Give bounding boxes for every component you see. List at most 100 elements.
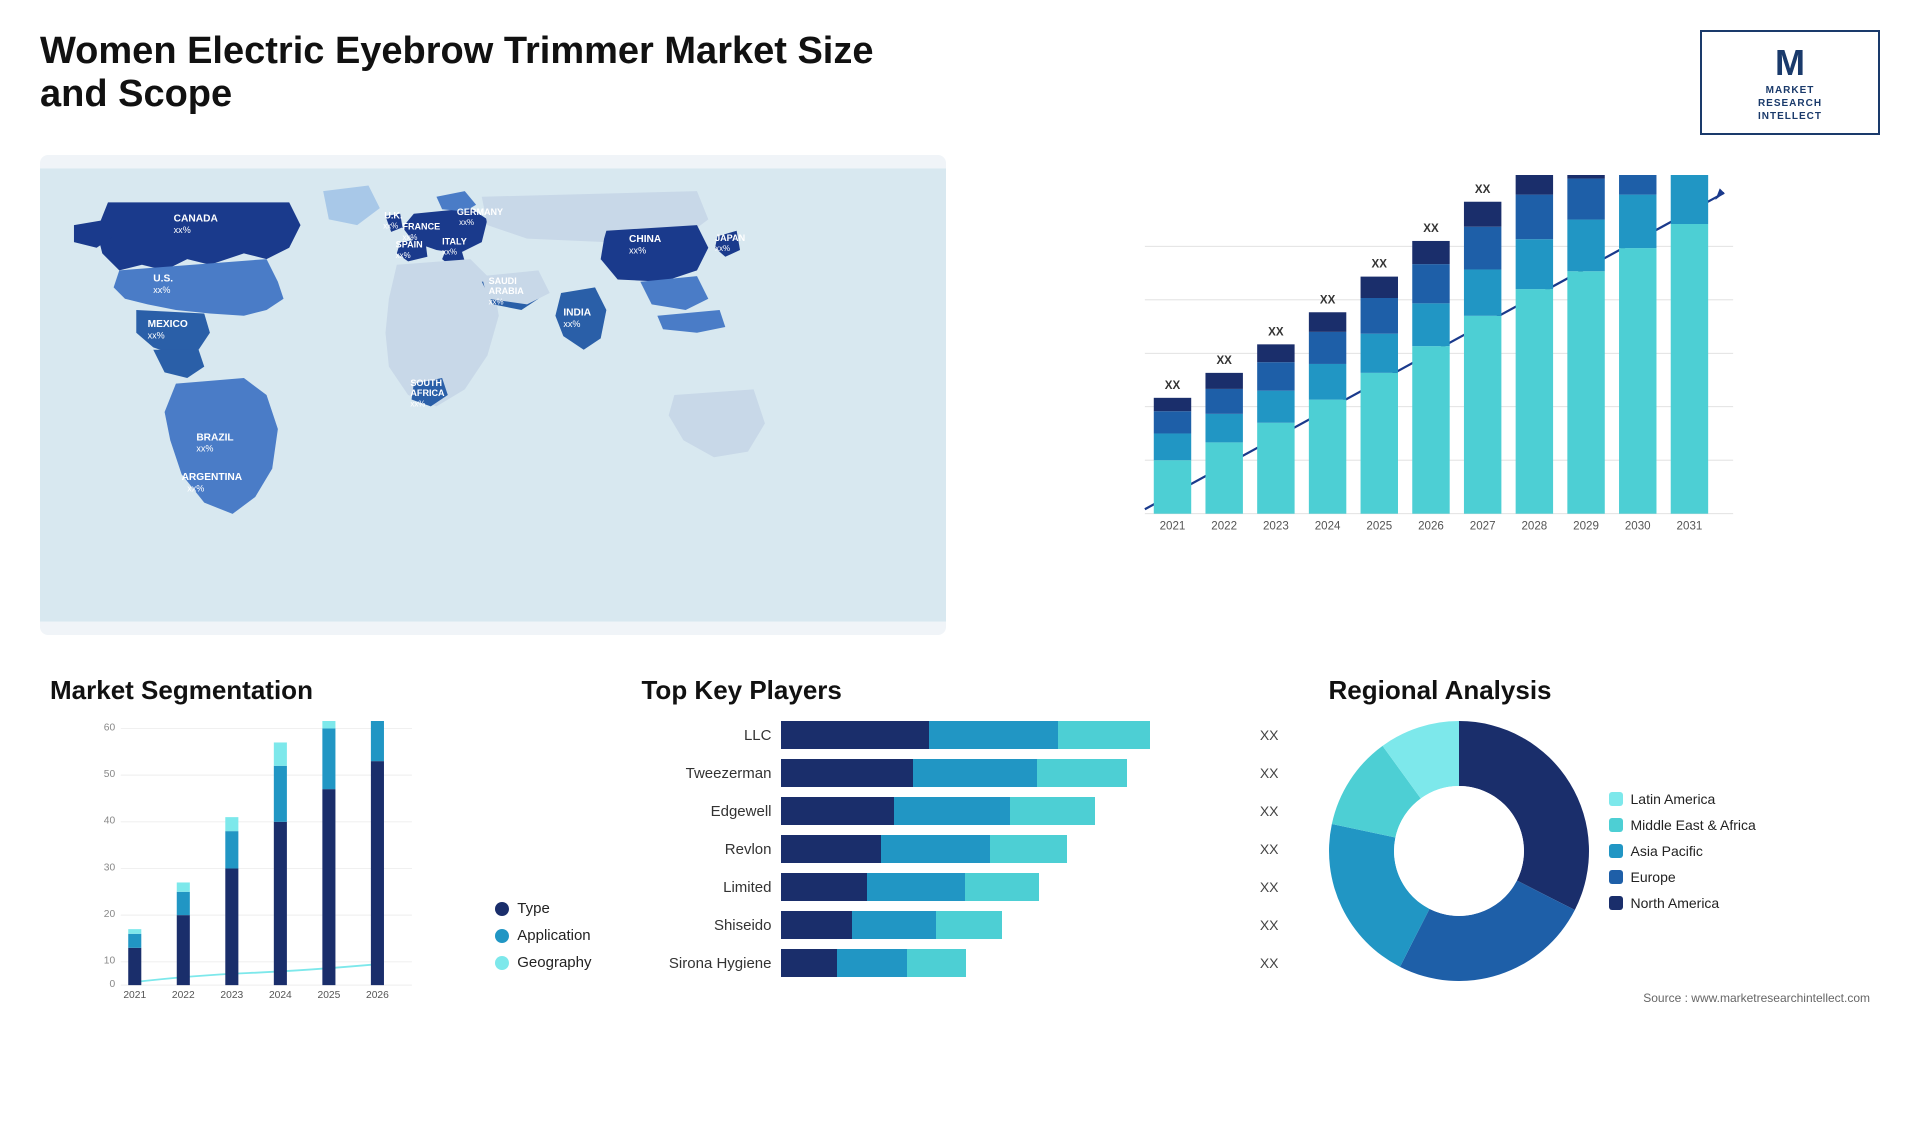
svg-text:XX: XX xyxy=(1165,380,1181,392)
player-bar-revlon xyxy=(781,835,1066,863)
world-map: CANADA xx% U.S. xx% MEXICO xx% BRAZIL xx… xyxy=(40,155,946,635)
player-row-shiseido: Shiseido XX xyxy=(641,911,1278,939)
svg-text:2029: 2029 xyxy=(1573,521,1599,533)
player-row-sirona: Sirona Hygiene XX xyxy=(641,949,1278,977)
svg-text:xx%: xx% xyxy=(153,285,170,295)
donut-wrap: Latin America Middle East & Africa Asia … xyxy=(1329,721,1870,981)
player-row-llc: LLC XX xyxy=(641,721,1278,749)
svg-text:2025: 2025 xyxy=(317,990,340,1001)
legend-type-dot xyxy=(495,902,509,916)
svg-text:2024: 2024 xyxy=(1315,521,1341,533)
svg-text:2030: 2030 xyxy=(1625,521,1651,533)
regional-section: Regional Analysis Lati xyxy=(1319,665,1880,1015)
legend-application-label: Application xyxy=(517,927,590,944)
legend-type: Type xyxy=(495,900,591,917)
segmentation-inner: 60 50 40 30 20 10 0 xyxy=(50,721,591,1001)
svg-text:U.K.: U.K. xyxy=(384,210,402,220)
bottom-section: Market Segmentation 60 50 40 30 20 10 0 xyxy=(40,665,1880,1015)
svg-text:2022: 2022 xyxy=(172,990,195,1001)
player-bar-limited xyxy=(781,873,1039,901)
bar-seg-light xyxy=(1058,721,1150,749)
svg-text:xx%: xx% xyxy=(196,444,213,454)
player-val-tweezerman: XX xyxy=(1260,759,1279,787)
svg-text:2021: 2021 xyxy=(1160,521,1186,533)
players-title: Top Key Players xyxy=(641,675,1278,706)
player-val-shiseido: XX xyxy=(1260,911,1279,939)
svg-text:2025: 2025 xyxy=(1367,521,1393,533)
player-val-llc: XX xyxy=(1260,721,1279,749)
player-bar-wrap-edgewell xyxy=(781,797,1241,825)
svg-text:XX: XX xyxy=(1320,294,1336,306)
legend-asia-pacific: Asia Pacific xyxy=(1609,843,1756,859)
svg-text:xx%: xx% xyxy=(383,221,398,230)
svg-text:2031: 2031 xyxy=(1677,521,1703,533)
regional-title: Regional Analysis xyxy=(1329,675,1870,706)
svg-text:60: 60 xyxy=(104,722,116,733)
svg-text:ARGENTINA: ARGENTINA xyxy=(182,472,243,483)
svg-text:2027: 2027 xyxy=(1470,521,1496,533)
player-name-tweezerman: Tweezerman xyxy=(641,765,771,782)
legend-north-america-label: North America xyxy=(1631,895,1720,911)
svg-text:50: 50 xyxy=(104,769,116,780)
bar-seg-mid xyxy=(929,721,1058,749)
svg-text:40: 40 xyxy=(104,816,116,827)
legend-latin-america-color xyxy=(1609,792,1623,806)
player-row-edgewell: Edgewell XX xyxy=(641,797,1278,825)
svg-text:2023: 2023 xyxy=(220,990,243,1001)
svg-text:XX: XX xyxy=(1423,223,1439,235)
legend-mea-label: Middle East & Africa xyxy=(1631,817,1756,833)
player-bar-sirona xyxy=(781,949,965,977)
svg-text:XX: XX xyxy=(1372,259,1388,271)
player-name-limited: Limited xyxy=(641,879,771,896)
player-val-sirona: XX xyxy=(1260,949,1279,977)
players-list: LLC XX Tweezerman xyxy=(641,721,1278,977)
legend-geography-dot xyxy=(495,956,509,970)
svg-text:xx%: xx% xyxy=(148,330,165,340)
legend-north-america: North America xyxy=(1609,895,1756,911)
svg-text:ITALY: ITALY xyxy=(442,236,467,246)
page-title: Women Electric Eyebrow Trimmer Market Si… xyxy=(40,30,940,116)
svg-text:SOUTH: SOUTH xyxy=(410,378,442,388)
svg-text:30: 30 xyxy=(104,862,116,873)
legend-europe-label: Europe xyxy=(1631,869,1676,885)
svg-text:FRANCE: FRANCE xyxy=(402,222,440,232)
player-bar-tweezerman xyxy=(781,759,1126,787)
player-bar-llc xyxy=(781,721,1149,749)
svg-text:xx%: xx% xyxy=(396,251,411,260)
legend-type-label: Type xyxy=(517,900,550,917)
bar-seg-dark xyxy=(781,721,928,749)
player-name-edgewell: Edgewell xyxy=(641,803,771,820)
svg-text:10: 10 xyxy=(104,956,116,967)
svg-text:xx%: xx% xyxy=(442,248,457,257)
player-row-revlon: Revlon XX xyxy=(641,835,1278,863)
svg-text:2028: 2028 xyxy=(1522,521,1548,533)
svg-text:2021: 2021 xyxy=(123,990,146,1001)
svg-text:INDIA: INDIA xyxy=(563,308,591,319)
seg-chart-svg: 60 50 40 30 20 10 0 xyxy=(50,721,475,1001)
legend-europe-color xyxy=(1609,870,1623,884)
svg-text:GERMANY: GERMANY xyxy=(457,207,503,217)
bar-chart-svg: XX 2021 XX 2022 XX 2023 xyxy=(1036,175,1860,585)
svg-text:2026: 2026 xyxy=(366,990,389,1001)
legend-apac-color xyxy=(1609,844,1623,858)
svg-text:xx%: xx% xyxy=(174,225,191,235)
player-name-llc: LLC xyxy=(641,727,771,744)
svg-text:xx%: xx% xyxy=(187,483,204,493)
player-row-limited: Limited XX xyxy=(641,873,1278,901)
svg-text:MEXICO: MEXICO xyxy=(148,319,188,330)
segmentation-title: Market Segmentation xyxy=(50,675,591,706)
source-text: Source : www.marketresearchintellect.com xyxy=(1329,991,1870,1005)
svg-text:xx%: xx% xyxy=(563,319,580,329)
player-name-revlon: Revlon xyxy=(641,841,771,858)
player-bar-wrap-revlon xyxy=(781,835,1241,863)
player-name-sirona: Sirona Hygiene xyxy=(641,955,771,972)
svg-text:XX: XX xyxy=(1475,184,1491,196)
player-bar-wrap-shiseido xyxy=(781,911,1241,939)
player-bar-edgewell xyxy=(781,797,1094,825)
svg-text:2026: 2026 xyxy=(1418,521,1444,533)
svg-text:AFRICA: AFRICA xyxy=(410,388,445,398)
svg-text:2022: 2022 xyxy=(1211,521,1237,533)
svg-text:SAUDI: SAUDI xyxy=(489,276,517,286)
legend-mea-color xyxy=(1609,818,1623,832)
legend-application: Application xyxy=(495,927,591,944)
